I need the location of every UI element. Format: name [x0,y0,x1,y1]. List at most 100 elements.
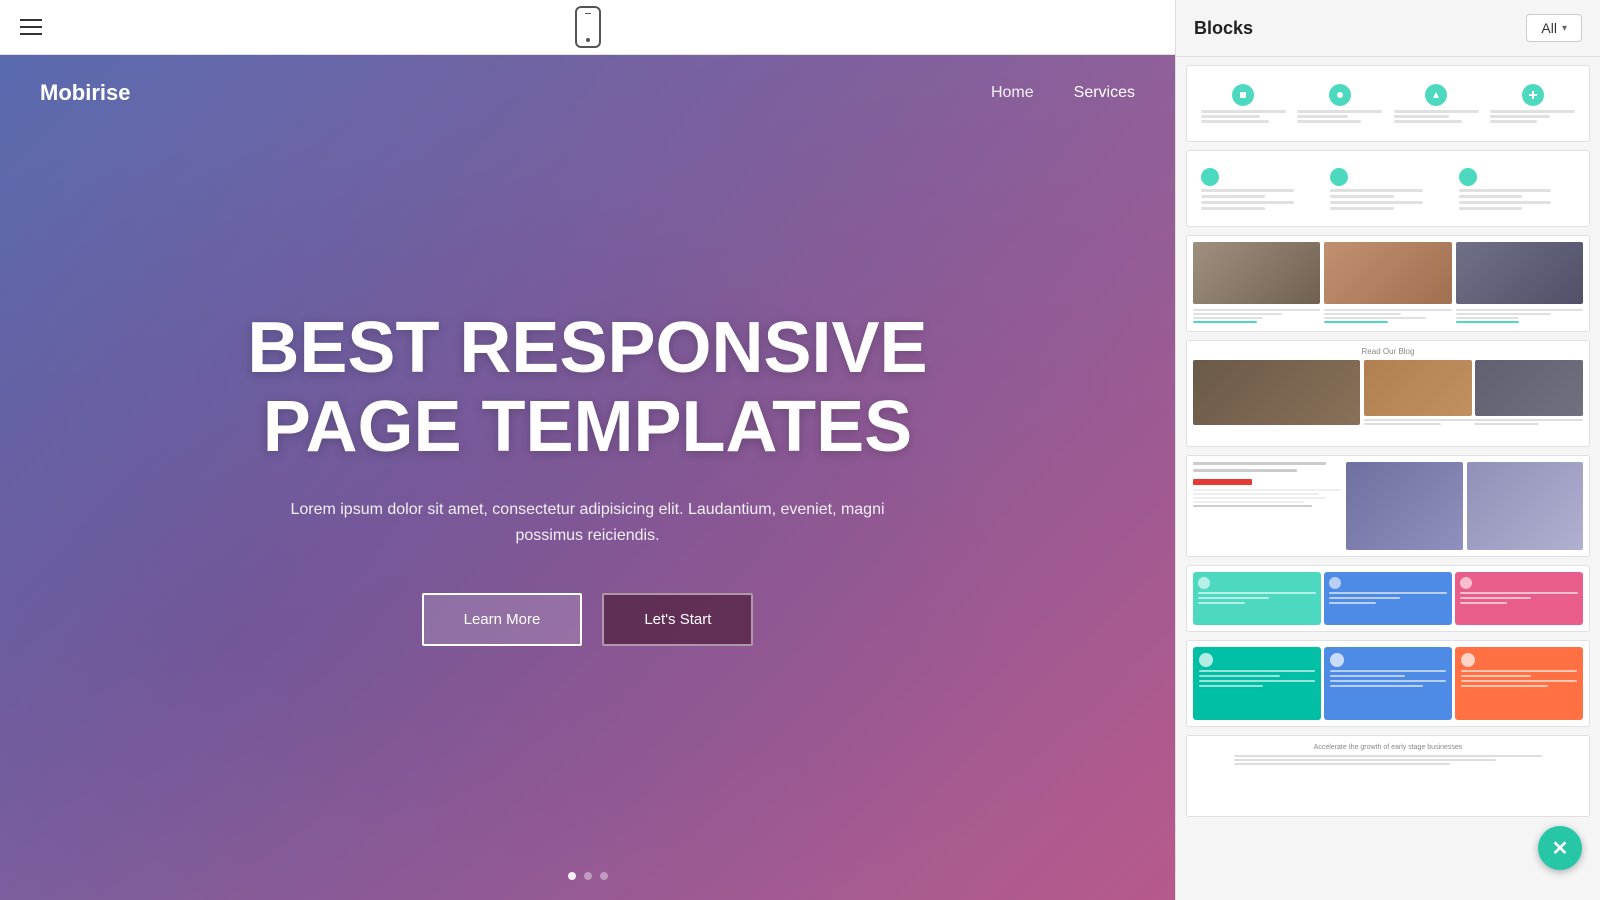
thumb7-line-1 [1199,670,1315,672]
block-thumb-4[interactable]: Read Our Blog [1186,340,1590,447]
thumb6-line-6 [1329,602,1376,604]
right-panel: Blocks All ▾ [1175,0,1600,900]
thumb2-col-2 [1330,168,1446,210]
hero-buttons: Learn More Let's Start [422,593,754,646]
thumb3-content [1187,236,1589,331]
thumb6-line-7 [1460,592,1578,594]
thumb5-content [1187,456,1589,556]
thumb6-icon-1 [1198,577,1210,589]
thumb7-line-5 [1330,670,1446,672]
thumb4-header-text: Read Our Blog [1193,347,1583,356]
thumb6-card-1 [1193,572,1321,625]
lets-start-button[interactable]: Let's Start [602,593,753,646]
thumb6-line-3 [1198,602,1245,604]
filter-chevron-icon: ▾ [1562,23,1567,34]
carousel-dot-3[interactable] [600,872,608,880]
thumb7-card-1 [1193,647,1321,720]
thumb6-card-2 [1324,572,1452,625]
brand-logo: Mobirise [40,80,130,106]
thumb7-icon-3 [1461,653,1475,667]
thumb5-right [1346,462,1583,550]
panel-title: Blocks [1194,18,1253,39]
top-bar-left [20,19,42,35]
main-area: Mobirise Home Services BEST RESPONSIVE P… [0,0,1175,900]
top-bar-center [575,6,601,48]
panel-header: Blocks All ▾ [1176,0,1600,57]
thumb2-circle-3 [1459,168,1477,186]
thumb3-img-2 [1324,242,1451,304]
close-fab-button[interactable]: ✕ [1538,826,1582,870]
thumb7-line-10 [1461,675,1531,677]
thumb3-img-1 [1193,242,1320,304]
hero-content: BEST RESPONSIVE PAGE TEMPLATES Lorem ips… [0,55,1175,900]
thumb6-card-3 [1455,572,1583,625]
thumb5-left [1193,462,1341,550]
thumb6-icon-2 [1329,577,1341,589]
thumb6-line-9 [1460,602,1507,604]
blocks-panel-scroll: Read Our Blog [1176,57,1600,900]
thumb7-line-12 [1461,685,1548,687]
thumb7-line-9 [1461,670,1577,672]
thumb7-line-3 [1199,680,1315,682]
block-thumb-1[interactable] [1186,65,1590,142]
mobile-preview-icon[interactable] [575,6,601,48]
thumb7-content [1187,641,1589,726]
thumb7-line-4 [1199,685,1263,687]
thumb1-card-1 [1201,84,1286,123]
thumb5-img-2 [1467,462,1583,550]
thumb2-content [1187,151,1589,226]
thumb1-icon-1 [1232,84,1254,106]
thumb4-img-sm1 [1364,360,1472,416]
block-thumb-2[interactable] [1186,150,1590,227]
block-thumb-3[interactable] [1186,235,1590,332]
thumb1-card-2 [1297,84,1382,123]
block-thumb-7[interactable] [1186,640,1590,727]
thumb2-circle-2 [1330,168,1348,186]
nav-links: Home Services [991,84,1135,102]
thumb4-img-large [1193,360,1360,425]
filter-all-button[interactable]: All ▾ [1526,14,1582,42]
nav-link-services[interactable]: Services [1074,84,1135,102]
thumb6-line-4 [1329,592,1447,594]
thumb8-lines [1234,755,1543,765]
hero-nav: Mobirise Home Services [0,55,1175,131]
learn-more-button[interactable]: Learn More [422,593,583,646]
hero-subtitle: Lorem ipsum dolor sit amet, consectetur … [263,497,913,548]
carousel-dot-1[interactable] [568,872,576,880]
thumb7-line-6 [1330,675,1405,677]
thumb6-line-2 [1198,597,1269,599]
nav-link-home[interactable]: Home [991,84,1034,102]
thumb2-circle-1 [1201,168,1219,186]
thumb4-text-lines [1364,419,1583,425]
thumb7-card-2 [1324,647,1452,720]
carousel-dot-2[interactable] [584,872,592,880]
thumb3-card-3 [1456,242,1583,325]
hero-title-line2: PAGE TEMPLATES [263,387,912,467]
thumb6-line-8 [1460,597,1531,599]
hamburger-icon[interactable] [20,19,42,35]
thumb7-line-11 [1461,680,1577,682]
thumb1-icon-3 [1425,84,1447,106]
block-thumb-6[interactable] [1186,565,1590,632]
thumb2-col-1 [1201,168,1317,210]
thumb1-icon-2 [1329,84,1351,106]
thumb1-card-3 [1394,84,1479,123]
thumb7-line-7 [1330,680,1446,682]
thumb7-icon-1 [1199,653,1213,667]
thumb3-card-1 [1193,242,1320,325]
filter-all-label: All [1541,20,1557,36]
thumb7-icon-2 [1330,653,1344,667]
thumb5-img-1 [1346,462,1462,550]
block-thumb-8[interactable]: Accelerate the growth of early stage bus… [1186,735,1590,817]
thumb6-line-1 [1198,592,1316,594]
carousel-dots [568,872,608,880]
hero-title: BEST RESPONSIVE PAGE TEMPLATES [247,309,927,467]
thumb8-content: Accelerate the growth of early stage bus… [1187,736,1589,816]
thumb3-card-2 [1324,242,1451,325]
thumb1-content [1187,66,1589,141]
block-thumb-5[interactable] [1186,455,1590,557]
thumb6-content [1187,566,1589,631]
hero-title-line1: BEST RESPONSIVE [247,308,927,388]
thumb1-card-4 [1490,84,1575,123]
thumb7-line-8 [1330,685,1423,687]
